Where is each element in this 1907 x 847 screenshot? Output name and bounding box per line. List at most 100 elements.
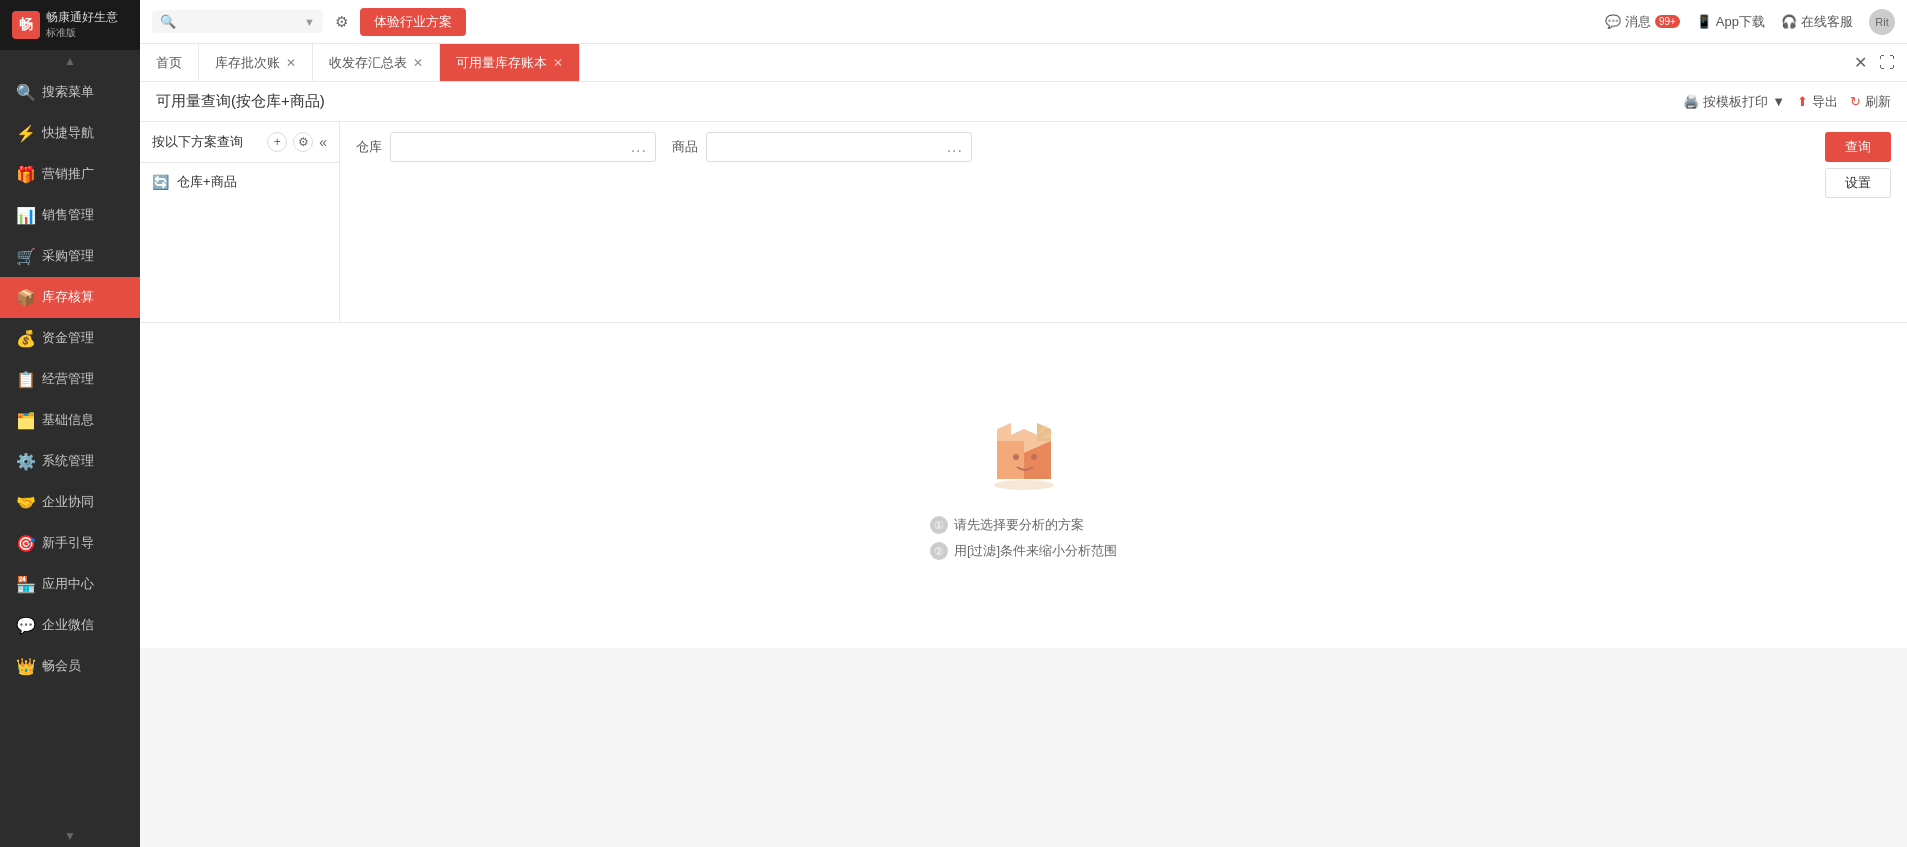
warehouse-input[interactable]: ... [390, 132, 656, 162]
query-left-title: 按以下方案查询 [152, 133, 243, 151]
product-input[interactable]: ... [706, 132, 972, 162]
sidebar-item-marketing[interactable]: 🎁 营销推广 [0, 154, 140, 195]
online-service-btn[interactable]: 🎧 在线客服 [1781, 13, 1853, 31]
sidebar-item-newbie[interactable]: 🎯 新手引导 [0, 523, 140, 564]
sidebar-item-label-marketing: 营销推广 [42, 165, 94, 183]
scheme-item-warehouse-product[interactable]: 🔄 仓库+商品 [140, 163, 339, 201]
message-btn[interactable]: 💬 消息 99+ [1605, 13, 1680, 31]
sidebar-item-search[interactable]: 🔍 搜索菜单 [0, 72, 140, 113]
app-download-btn[interactable]: 📱 App下载 [1696, 13, 1765, 31]
empty-tips: ① 请先选择要分析的方案 ② 用[过滤]条件来缩小分析范围 [930, 516, 1117, 568]
export-action[interactable]: ⬆ 导出 [1797, 93, 1838, 111]
page-header-actions: 🖨️ 按模板打印 ▼ ⬆ 导出 ↻ 刷新 [1683, 93, 1891, 111]
search-input[interactable] [180, 15, 300, 29]
sidebar-scroll-down[interactable]: ▼ [0, 825, 140, 847]
sidebar-item-member[interactable]: 👑 畅会员 [0, 646, 140, 687]
print-action[interactable]: 🖨️ 按模板打印 ▼ [1683, 93, 1785, 111]
refresh-label: 刷新 [1865, 93, 1891, 111]
sidebar: 畅 畅康通好生意 标准版 ▲ 🔍 搜索菜单 ⚡ 快捷导航 🎁 营销推广 📊 销售… [0, 0, 140, 847]
sidebar-scroll-up[interactable]: ▲ [0, 50, 140, 72]
finance-icon: 💰 [16, 329, 34, 348]
marketing-icon: 🎁 [16, 165, 34, 184]
online-service-label: 在线客服 [1801, 13, 1853, 31]
tab-home[interactable]: 首页 [140, 44, 199, 82]
message-icon: 💬 [1605, 14, 1621, 29]
query-panel: 按以下方案查询 + ⚙ « 🔄 仓库+商品 [140, 122, 1907, 323]
refresh-action[interactable]: ↻ 刷新 [1850, 93, 1891, 111]
scheme-setting-btn[interactable]: ⚙ [293, 132, 313, 152]
export-icon: ⬆ [1797, 94, 1808, 109]
experience-btn[interactable]: 体验行业方案 [360, 8, 466, 36]
gear-icon[interactable]: ⚙ [331, 13, 352, 31]
tab-close-collection[interactable]: ✕ [413, 56, 423, 70]
logo-name: 畅康通好生意 [46, 10, 118, 26]
empty-tip-1: ① 请先选择要分析的方案 [930, 516, 1117, 534]
sidebar-item-operation[interactable]: 📋 经营管理 [0, 359, 140, 400]
plus-icon: + [274, 135, 281, 149]
user-avatar-btn[interactable]: Rit [1869, 9, 1895, 35]
sidebar-item-basic[interactable]: 🗂️ 基础信息 [0, 400, 140, 441]
sidebar-menu: 🔍 搜索菜单 ⚡ 快捷导航 🎁 营销推广 📊 销售管理 🛒 采购管理 📦 库存核… [0, 72, 140, 825]
sidebar-item-purchase[interactable]: 🛒 采购管理 [0, 236, 140, 277]
phone-icon: 📱 [1696, 14, 1712, 29]
sidebar-item-label-sales: 销售管理 [42, 206, 94, 224]
close-tab-action[interactable]: ✕ [1850, 49, 1871, 76]
top-header: 🔍 ▼ ⚙ 体验行业方案 💬 消息 99+ 📱 App下载 🎧 在线客服 [140, 0, 1907, 44]
empty-state: ① 请先选择要分析的方案 ② 用[过滤]条件来缩小分析范围 [140, 323, 1907, 648]
sidebar-item-enterprise[interactable]: 🤝 企业协同 [0, 482, 140, 523]
headset-icon: 🎧 [1781, 14, 1797, 29]
print-chevron-icon: ▼ [1772, 94, 1785, 109]
chevron-down-icon[interactable]: ▼ [304, 16, 315, 28]
query-panel-inner: 按以下方案查询 + ⚙ « 🔄 仓库+商品 [140, 122, 1907, 322]
basic-icon: 🗂️ [16, 411, 34, 430]
fullscreen-action[interactable]: ⛶ [1875, 50, 1899, 76]
header-search-box[interactable]: 🔍 ▼ [152, 10, 323, 33]
warehouse-label: 仓库 [356, 138, 382, 156]
enterprise-icon: 🤝 [16, 493, 34, 512]
add-scheme-btn[interactable]: + [267, 132, 287, 152]
tab-close-batch[interactable]: ✕ [286, 56, 296, 70]
sidebar-item-label-wechat: 企业微信 [42, 616, 94, 634]
sidebar-item-label-search: 搜索菜单 [42, 83, 94, 101]
sidebar-item-shortcut[interactable]: ⚡ 快捷导航 [0, 113, 140, 154]
search-icon: 🔍 [16, 83, 34, 102]
tab-collection[interactable]: 收发存汇总表✕ [313, 44, 440, 82]
sidebar-item-sales[interactable]: 📊 销售管理 [0, 195, 140, 236]
query-btn[interactable]: 查询 [1825, 132, 1891, 162]
system-icon: ⚙️ [16, 452, 34, 471]
logo-badge: 标准版 [46, 26, 118, 40]
tab-close-available[interactable]: ✕ [553, 56, 563, 70]
export-label: 导出 [1812, 93, 1838, 111]
page-header: 可用量查询(按仓库+商品) 🖨️ 按模板打印 ▼ ⬆ 导出 ↻ 刷新 [140, 82, 1907, 122]
tab-label-available: 可用量库存账本 [456, 54, 547, 72]
sidebar-item-wechat[interactable]: 💬 企业微信 [0, 605, 140, 646]
tab-available[interactable]: 可用量库存账本 ✕ [440, 44, 580, 82]
logo-icon: 畅 [12, 11, 40, 39]
tab-batch[interactable]: 库存批次账✕ [199, 44, 313, 82]
product-label: 商品 [672, 138, 698, 156]
product-dots: ... [947, 138, 963, 156]
sidebar-item-inventory[interactable]: 📦 库存核算 [0, 277, 140, 318]
tip-text-1: 请先选择要分析的方案 [954, 516, 1084, 534]
settings-btn[interactable]: 设置 [1825, 168, 1891, 198]
tip-num-1: ① [930, 516, 948, 534]
message-badge: 99+ [1655, 15, 1680, 28]
tab-bar: 首页库存批次账✕收发存汇总表✕ 可用量库存账本 ✕ ✕ ⛶ [140, 44, 1907, 82]
sidebar-logo: 畅 畅康通好生意 标准版 [0, 0, 140, 50]
sidebar-item-system[interactable]: ⚙️ 系统管理 [0, 441, 140, 482]
sidebar-item-label-enterprise: 企业协同 [42, 493, 94, 511]
sidebar-item-finance[interactable]: 💰 资金管理 [0, 318, 140, 359]
empty-tip-2: ② 用[过滤]条件来缩小分析范围 [930, 542, 1117, 560]
logo-text-group: 畅康通好生意 标准版 [46, 10, 118, 40]
sidebar-item-appstore[interactable]: 🏪 应用中心 [0, 564, 140, 605]
print-icon: 🖨️ [1683, 94, 1699, 109]
sidebar-item-label-member: 畅会员 [42, 657, 81, 675]
collapse-btn[interactable]: « [319, 134, 327, 150]
sidebar-item-label-finance: 资金管理 [42, 329, 94, 347]
purchase-icon: 🛒 [16, 247, 34, 266]
shortcut-icon: ⚡ [16, 124, 34, 143]
header-right: 💬 消息 99+ 📱 App下载 🎧 在线客服 Rit [1605, 9, 1895, 35]
cog-icon: ⚙ [298, 135, 309, 149]
app-download-label: App下载 [1716, 13, 1765, 31]
query-actions: 查询 设置 [1825, 132, 1891, 198]
